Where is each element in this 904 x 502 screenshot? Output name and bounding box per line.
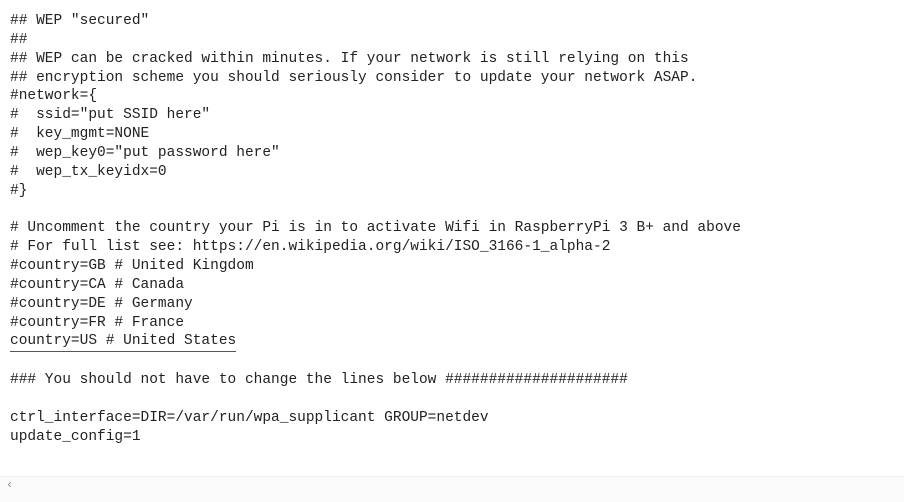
code-line: ### You should not have to change the li… bbox=[10, 371, 894, 390]
code-line: update_config=1 bbox=[10, 428, 894, 447]
code-line: #country=GB # United Kingdom bbox=[10, 257, 894, 276]
code-line: ## encryption scheme you should seriousl… bbox=[10, 69, 894, 88]
blank-line bbox=[10, 352, 894, 371]
scroll-left-icon[interactable]: ‹ bbox=[6, 478, 13, 494]
code-line: ## WEP "secured" bbox=[10, 12, 894, 31]
code-line: # wep_tx_keyidx=0 bbox=[10, 163, 894, 182]
code-line-highlighted: country=US # United States bbox=[10, 332, 894, 352]
blank-line bbox=[10, 200, 894, 219]
horizontal-scrollbar-track[interactable]: ‹ bbox=[0, 476, 904, 502]
code-line: # For full list see: https://en.wikipedi… bbox=[10, 238, 894, 257]
code-line: # Uncomment the country your Pi is in to… bbox=[10, 219, 894, 238]
code-line: ## bbox=[10, 31, 894, 50]
code-line: # ssid="put SSID here" bbox=[10, 106, 894, 125]
blank-line bbox=[10, 390, 894, 409]
code-line: # key_mgmt=NONE bbox=[10, 125, 894, 144]
code-line: #country=FR # France bbox=[10, 314, 894, 333]
code-line: #network={ bbox=[10, 87, 894, 106]
code-line: ctrl_interface=DIR=/var/run/wpa_supplica… bbox=[10, 409, 894, 428]
code-line: #} bbox=[10, 182, 894, 201]
code-line: # wep_key0="put password here" bbox=[10, 144, 894, 163]
code-line: #country=CA # Canada bbox=[10, 276, 894, 295]
code-line: ## WEP can be cracked within minutes. If… bbox=[10, 50, 894, 69]
code-line: #country=DE # Germany bbox=[10, 295, 894, 314]
config-file-text: ## WEP "secured" ## ## WEP can be cracke… bbox=[10, 12, 894, 446]
